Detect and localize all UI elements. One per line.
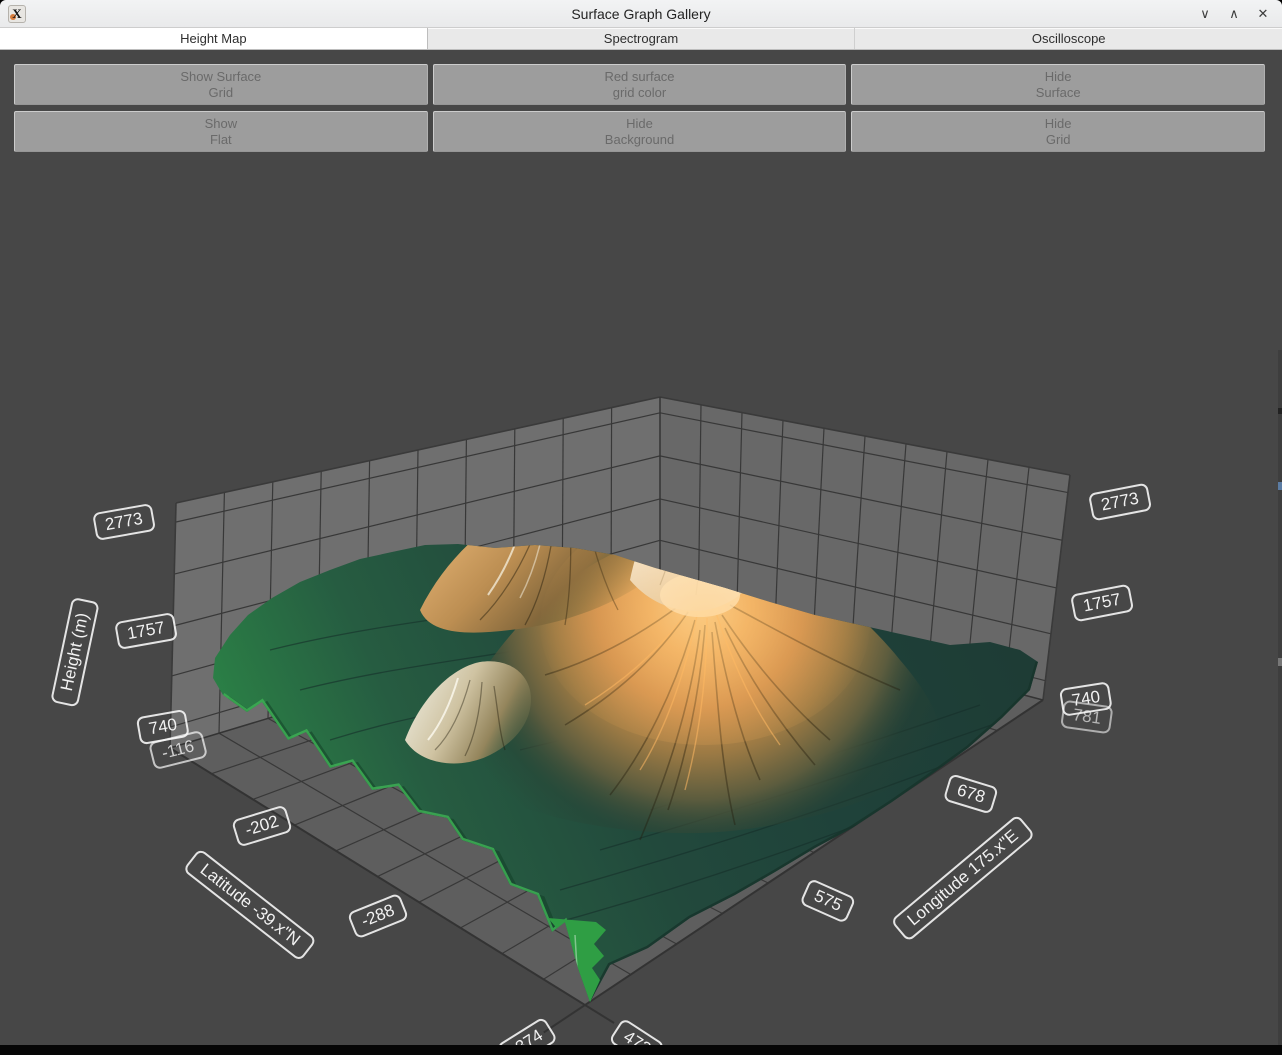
button-label: Grid bbox=[852, 132, 1264, 148]
hide-grid-button[interactable]: Hide Grid bbox=[851, 111, 1265, 152]
hide-background-button[interactable]: Hide Background bbox=[433, 111, 847, 152]
app-window: X Surface Graph Gallery ∨ ∧ ✕ Height Map… bbox=[0, 0, 1282, 1055]
button-label: Hide bbox=[852, 69, 1264, 85]
button-label: Surface bbox=[852, 85, 1264, 101]
bottom-edge-bar bbox=[0, 1045, 1282, 1055]
button-label: Grid bbox=[15, 85, 427, 101]
button-label: Show Surface bbox=[15, 69, 427, 85]
tab-bar: Height Map Spectrogram Oscilloscope bbox=[0, 28, 1282, 50]
titlebar[interactable]: X Surface Graph Gallery ∨ ∧ ✕ bbox=[0, 0, 1282, 28]
window-title: Surface Graph Gallery bbox=[0, 0, 1282, 28]
tab-oscilloscope[interactable]: Oscilloscope bbox=[855, 28, 1282, 49]
button-label: grid color bbox=[434, 85, 846, 101]
minimize-button[interactable]: ∨ bbox=[1196, 5, 1214, 23]
button-label: Hide bbox=[852, 116, 1264, 132]
tab-spectrogram[interactable]: Spectrogram bbox=[428, 28, 856, 49]
show-surface-grid-button[interactable]: Show Surface Grid bbox=[14, 64, 428, 105]
button-label: Red surface bbox=[434, 69, 846, 85]
show-flat-button[interactable]: Show Flat bbox=[14, 111, 428, 152]
button-label: Flat bbox=[15, 132, 427, 148]
toolbar: Show Surface Grid Red surface grid color… bbox=[14, 64, 1265, 152]
maximize-button[interactable]: ∧ bbox=[1225, 5, 1243, 23]
button-label: Show bbox=[15, 116, 427, 132]
button-label: Hide bbox=[434, 116, 846, 132]
button-label: Background bbox=[434, 132, 846, 148]
hide-surface-button[interactable]: Hide Surface bbox=[851, 64, 1265, 105]
height-map-panel: Show Surface Grid Red surface grid color… bbox=[0, 50, 1282, 1055]
icon-x-glyph: X bbox=[12, 6, 21, 21]
window-controls: ∨ ∧ ✕ bbox=[1196, 0, 1272, 28]
right-edge-strip bbox=[1278, 350, 1282, 1055]
close-button[interactable]: ✕ bbox=[1254, 5, 1272, 23]
tab-height-map[interactable]: Height Map bbox=[0, 28, 428, 49]
surface-grid-color-button[interactable]: Red surface grid color bbox=[433, 64, 847, 105]
surface-3d-view[interactable] bbox=[0, 50, 1282, 1055]
